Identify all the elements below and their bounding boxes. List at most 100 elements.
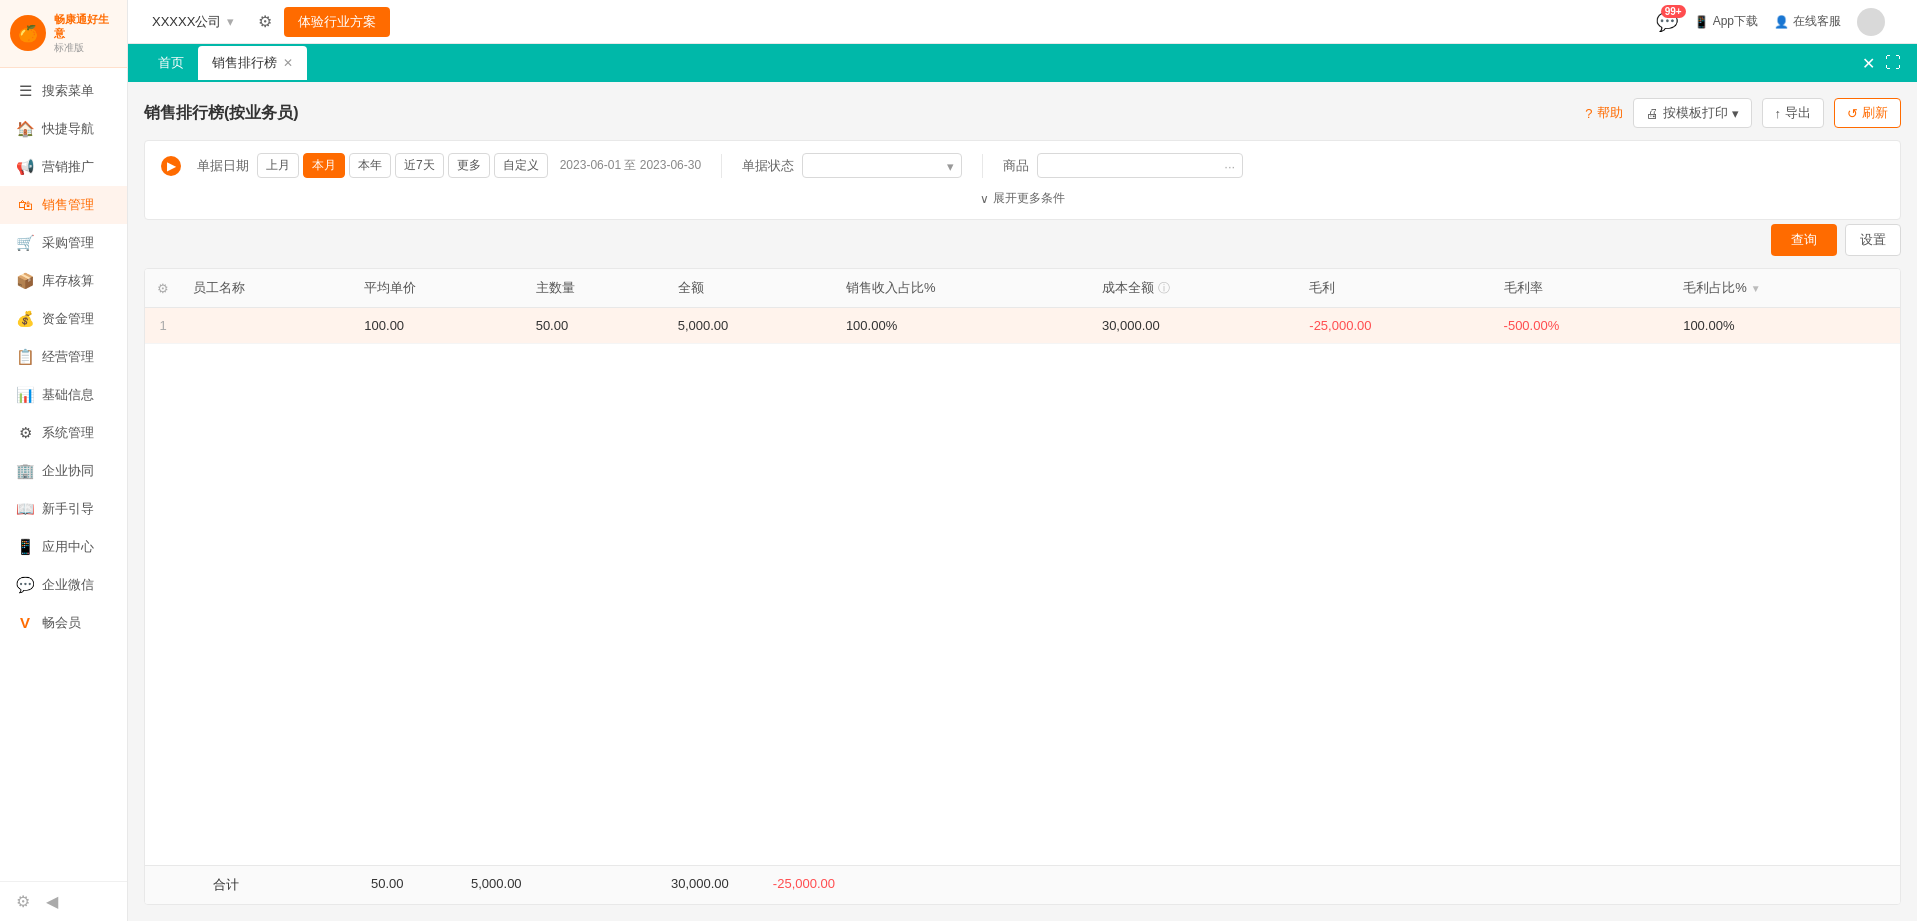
footer-total: 5,000.00 xyxy=(459,876,539,894)
sidebar-item-label: 企业协同 xyxy=(42,462,94,480)
status-select-wrap xyxy=(802,153,962,178)
gear-icon: ⚙ xyxy=(16,424,34,442)
goods-input[interactable] xyxy=(1037,153,1243,178)
row-sales-pct: 100.00% xyxy=(834,308,1090,344)
sidebar-item-app-center[interactable]: 📱 应用中心 xyxy=(0,528,127,566)
filter-sep-1 xyxy=(721,154,722,178)
company-selector[interactable]: XXXXX公司 ▾ xyxy=(144,9,242,35)
data-table: ⚙ 员工名称 平均单价 主数量 全额 销售收入占比% 成本全额ⓘ 毛利 毛利率 … xyxy=(145,269,1900,344)
sidebar-item-quick-nav[interactable]: 🏠 快捷导航 xyxy=(0,110,127,148)
trial-button[interactable]: 体验行业方案 xyxy=(284,7,390,37)
page-actions: ? 帮助 🖨 按模板打印 ▾ ↑ 导出 ↺ 刷新 xyxy=(1585,98,1901,128)
megaphone-icon: 📢 xyxy=(16,158,34,176)
row-name xyxy=(181,308,352,344)
status-select[interactable] xyxy=(802,153,962,178)
sidebar-nav: ☰ 搜索菜单 🏠 快捷导航 📢 营销推广 🛍 销售管理 🛒 采购管理 📦 库存核… xyxy=(0,68,127,881)
sidebar-item-member[interactable]: V 畅会员 xyxy=(0,604,127,642)
sidebar-item-wechat[interactable]: 💬 企业微信 xyxy=(0,566,127,604)
settings-button[interactable]: 设置 xyxy=(1845,224,1901,256)
sidebar-logo: 🍊 畅康通好生意 标准版 xyxy=(0,0,127,68)
date-btn-7days[interactable]: 近7天 xyxy=(395,153,444,178)
message-button[interactable]: 💬 99+ xyxy=(1656,11,1678,33)
sidebar-item-label: 经营管理 xyxy=(42,348,94,366)
filter-expand-arrow[interactable]: ▶ xyxy=(161,156,181,176)
settings-bottom-icon[interactable]: ⚙ xyxy=(16,892,30,911)
sidebar-item-search-order[interactable]: ☰ 搜索菜单 xyxy=(0,72,127,110)
gross-pct-sort-icon[interactable]: ▼ xyxy=(1751,283,1761,294)
home-icon: 🏠 xyxy=(16,120,34,138)
action-row: 查询 设置 xyxy=(144,224,1901,256)
footer-gross-pct xyxy=(967,876,1047,894)
date-btn-this-year[interactable]: 本年 xyxy=(349,153,391,178)
clipboard-icon: 📋 xyxy=(16,348,34,366)
sidebar-item-enterprise[interactable]: 🏢 企业协同 xyxy=(0,452,127,490)
sidebar: 🍊 畅康通好生意 标准版 ☰ 搜索菜单 🏠 快捷导航 📢 营销推广 🛍 销售管理… xyxy=(0,0,128,921)
logo-text: 畅康通好生意 xyxy=(54,12,117,41)
logo-icon: 🍊 xyxy=(10,15,46,51)
date-btn-this-month[interactable]: 本月 xyxy=(303,153,345,178)
sidebar-item-inventory[interactable]: 📦 库存核算 xyxy=(0,262,127,300)
print-button[interactable]: 🖨 按模板打印 ▾ xyxy=(1633,98,1752,128)
window-expand-icon[interactable]: ⛶ xyxy=(1885,54,1901,73)
tab-close-icon[interactable]: ✕ xyxy=(283,56,293,70)
sidebar-item-label: 库存核算 xyxy=(42,272,94,290)
th-name: 员工名称 xyxy=(181,269,352,308)
help-link[interactable]: ? 帮助 xyxy=(1585,104,1622,122)
sidebar-item-label: 新手引导 xyxy=(42,500,94,518)
topbar-gear-icon[interactable]: ⚙ xyxy=(258,12,272,31)
row-rank: 1 xyxy=(145,308,181,344)
download-icon: 📱 xyxy=(1694,15,1709,29)
chart-icon: 📊 xyxy=(16,386,34,404)
sidebar-item-label: 搜索菜单 xyxy=(42,82,94,100)
sidebar-item-sales[interactable]: 🛍 销售管理 xyxy=(0,186,127,224)
refresh-button[interactable]: ↺ 刷新 xyxy=(1834,98,1901,128)
sidebar-item-finance[interactable]: 💰 资金管理 xyxy=(0,300,127,338)
export-button[interactable]: ↑ 导出 xyxy=(1762,98,1825,128)
row-gross-pct: 100.00% xyxy=(1671,308,1900,344)
service-icon: 👤 xyxy=(1774,15,1789,29)
user-avatar[interactable] xyxy=(1857,8,1885,36)
message-badge: 99+ xyxy=(1661,5,1686,18)
app-download-link[interactable]: 📱 App下载 xyxy=(1694,13,1758,30)
filter-row: ▶ 单据日期 上月 本月 本年 近7天 更多 自定义 2023-06-01 至 … xyxy=(161,153,1884,178)
window-close-icon[interactable]: ✕ xyxy=(1862,54,1875,73)
box-icon: 📦 xyxy=(16,272,34,290)
tab-active-label: 销售排行榜 xyxy=(212,54,277,72)
sidebar-item-label: 畅会员 xyxy=(42,614,81,632)
query-button[interactable]: 查询 xyxy=(1771,224,1837,256)
sidebar-item-operations[interactable]: 📋 经营管理 xyxy=(0,338,127,376)
status-label: 单据状态 xyxy=(742,157,794,175)
online-service-link[interactable]: 👤 在线客服 xyxy=(1774,13,1841,30)
th-gross-rate: 毛利率 xyxy=(1492,269,1672,308)
money-icon: 💰 xyxy=(16,310,34,328)
footer-gross-rate xyxy=(867,876,947,894)
sidebar-item-guide[interactable]: 📖 新手引导 xyxy=(0,490,127,528)
collapse-icon[interactable]: ◀ xyxy=(46,892,58,911)
cart-icon: 🛒 xyxy=(16,234,34,252)
sidebar-item-label: 应用中心 xyxy=(42,538,94,556)
tab-home[interactable]: 首页 xyxy=(144,46,198,80)
date-btn-more[interactable]: 更多 xyxy=(448,153,490,178)
tab-sales-ranking[interactable]: 销售排行榜 ✕ xyxy=(198,46,307,80)
sidebar-item-purchase[interactable]: 🛒 采购管理 xyxy=(0,224,127,262)
row-cost: 30,000.00 xyxy=(1090,308,1297,344)
sidebar-item-base-info[interactable]: 📊 基础信息 xyxy=(0,376,127,414)
table-header-row: ⚙ 员工名称 平均单价 主数量 全额 销售收入占比% 成本全额ⓘ 毛利 毛利率 … xyxy=(145,269,1900,308)
filter-sep-2 xyxy=(982,154,983,178)
date-btn-last-month[interactable]: 上月 xyxy=(257,153,299,178)
tabbar: 首页 销售排行榜 ✕ ✕ ⛶ xyxy=(128,44,1917,82)
th-settings[interactable]: ⚙ xyxy=(145,269,181,308)
topbar-right: 💬 99+ 📱 App下载 👤 在线客服 xyxy=(1656,8,1901,36)
sidebar-item-marketing[interactable]: 📢 营销推广 xyxy=(0,148,127,186)
sidebar-item-label: 采购管理 xyxy=(42,234,94,252)
goods-label: 商品 xyxy=(1003,157,1029,175)
mobile-icon: 📱 xyxy=(16,538,34,556)
th-gross-pct: 毛利占比%▼ xyxy=(1671,269,1900,308)
date-btn-custom[interactable]: 自定义 xyxy=(494,153,548,178)
sidebar-item-system[interactable]: ⚙ 系统管理 xyxy=(0,414,127,452)
cost-info-icon[interactable]: ⓘ xyxy=(1158,280,1170,297)
table-panel: ⚙ 员工名称 平均单价 主数量 全额 销售收入占比% 成本全额ⓘ 毛利 毛利率 … xyxy=(144,268,1901,905)
topbar: XXXXX公司 ▾ ⚙ 体验行业方案 💬 99+ 📱 App下载 👤 在线客服 xyxy=(128,0,1917,44)
app-download-text: App下载 xyxy=(1713,13,1758,30)
expand-conditions-btn[interactable]: ∨ 展开更多条件 xyxy=(161,184,1884,207)
